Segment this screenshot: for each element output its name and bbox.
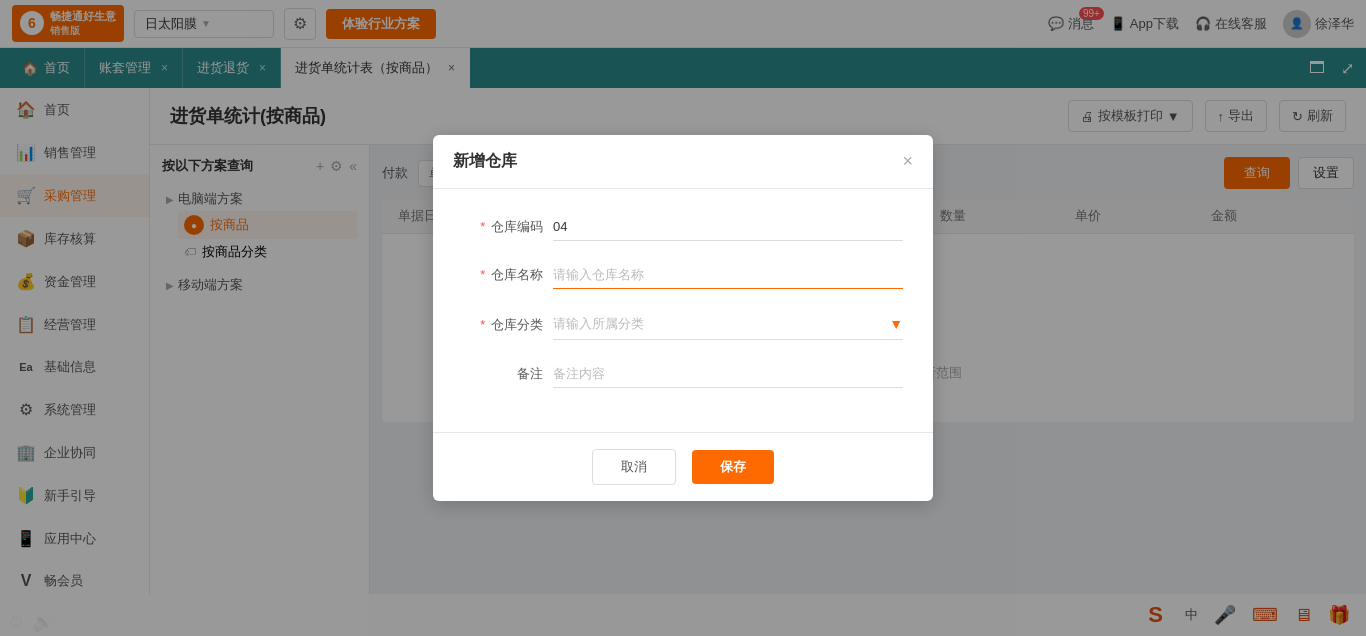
cancel-button[interactable]: 取消 xyxy=(592,449,676,485)
remark-input[interactable] xyxy=(553,360,903,388)
form-row-code: * 仓库编码 xyxy=(463,213,903,241)
modal-footer: 取消 保存 xyxy=(433,432,933,501)
warehouse-category-select[interactable]: 请输入所属分类 ▼ xyxy=(553,309,903,340)
code-label: * 仓库编码 xyxy=(463,218,543,236)
save-button[interactable]: 保存 xyxy=(692,450,774,484)
form-row-name: * 仓库名称 xyxy=(463,261,903,289)
warehouse-name-input[interactable] xyxy=(553,261,903,289)
add-warehouse-modal: 新增仓库 × * 仓库编码 * 仓库名称 xyxy=(433,135,933,501)
warehouse-code-input[interactable] xyxy=(553,213,903,241)
required-star-name: * xyxy=(480,267,485,282)
modal-body: * 仓库编码 * 仓库名称 * 仓库分类 请输入所属 xyxy=(433,189,933,432)
modal-title: 新增仓库 xyxy=(453,151,517,172)
remark-label: 备注 xyxy=(463,365,543,383)
modal-close-button[interactable]: × xyxy=(902,151,913,172)
name-label: * 仓库名称 xyxy=(463,266,543,284)
modal-overlay[interactable]: 新增仓库 × * 仓库编码 * 仓库名称 xyxy=(0,0,1366,636)
form-row-category: * 仓库分类 请输入所属分类 ▼ xyxy=(463,309,903,340)
form-row-remark: 备注 xyxy=(463,360,903,388)
required-star-code: * xyxy=(480,219,485,234)
modal-header: 新增仓库 × xyxy=(433,135,933,189)
required-star-category: * xyxy=(480,317,485,332)
category-label: * 仓库分类 xyxy=(463,316,543,334)
category-placeholder: 请输入所属分类 xyxy=(553,315,644,333)
category-dropdown-arrow: ▼ xyxy=(889,316,903,332)
